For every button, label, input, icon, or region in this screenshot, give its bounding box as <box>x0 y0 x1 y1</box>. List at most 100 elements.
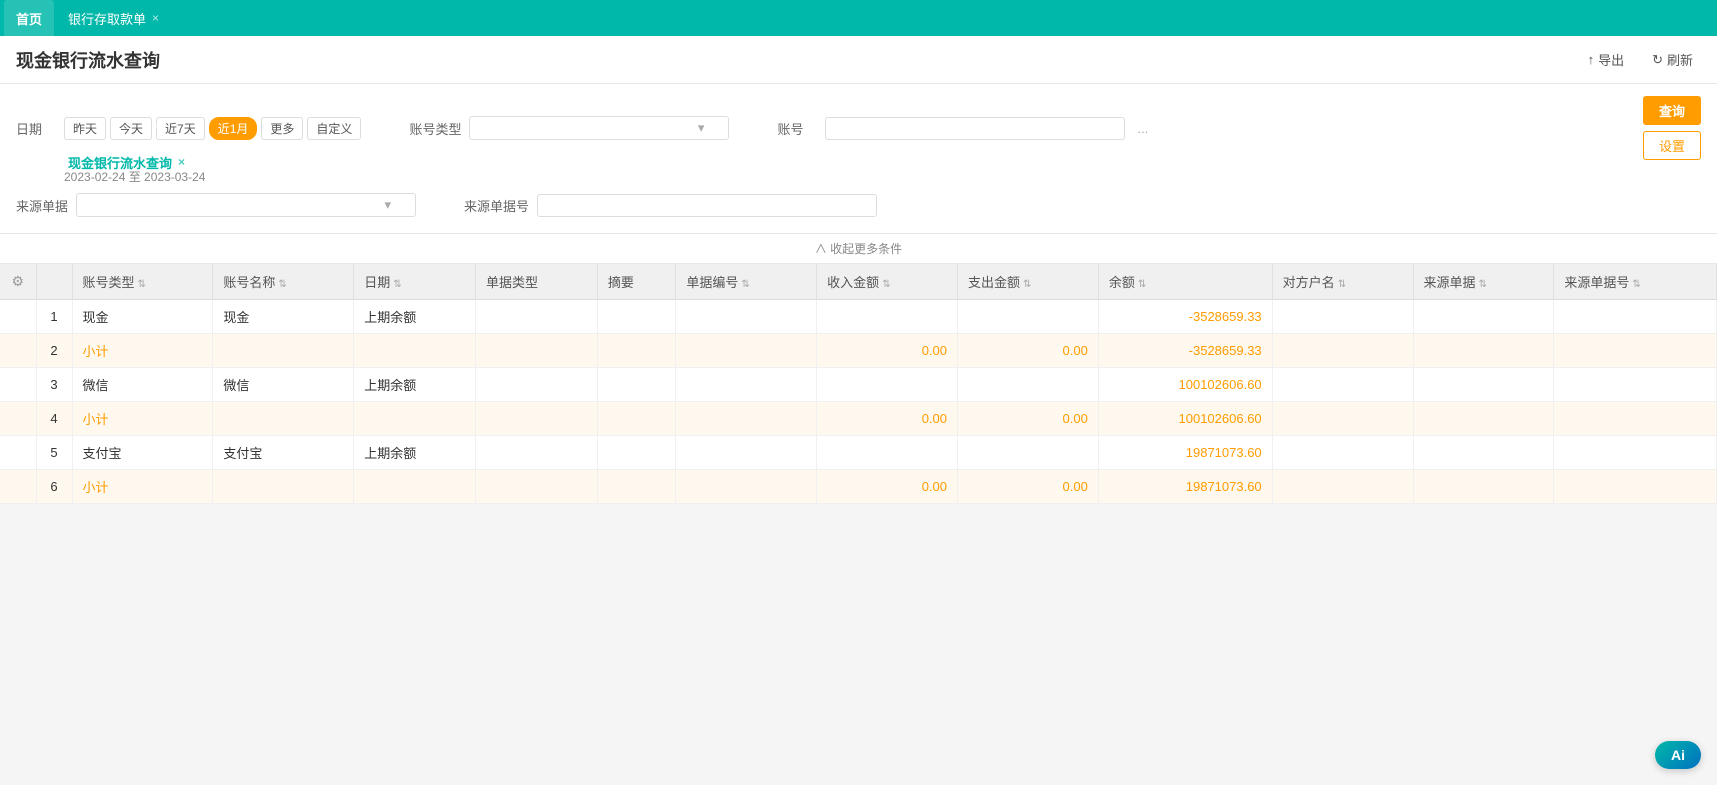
close-tab-icon[interactable]: × <box>178 155 185 169</box>
col-date[interactable]: 日期⇅ <box>354 264 476 300</box>
ai-badge[interactable]: Ai <box>1655 741 1701 769</box>
cell-counterpart <box>1272 334 1413 368</box>
sort-icon-source_doc: ⇅ <box>1479 279 1487 290</box>
cell-source_doc_no <box>1554 300 1717 334</box>
date-shortcut-更多[interactable]: 更多 <box>261 117 303 140</box>
nav-tab-银行存取款单[interactable]: 银行存取款单× <box>56 0 197 36</box>
close-tab-icon[interactable]: × <box>152 83 159 97</box>
cell-summary <box>597 470 675 504</box>
col-account_name[interactable]: 账号名称⇅ <box>213 264 354 300</box>
table-row: 4小计0.000.00100102606.60 <box>0 402 1717 436</box>
col-account_type[interactable]: 账号类型⇅ <box>72 264 213 300</box>
settings-button[interactable]: 设置 <box>1643 131 1701 160</box>
source-doc-label: 来源单据 <box>16 196 68 215</box>
nav-home-label: 首页 <box>16 9 42 28</box>
cell-expense: 0.00 <box>958 334 1099 368</box>
source-doc-num-filter-group: 来源单据号 <box>464 194 877 217</box>
date-shortcut-昨天[interactable]: 昨天 <box>64 117 106 140</box>
row-num: 5 <box>36 436 72 470</box>
refresh-icon: ↻ <box>1652 52 1663 68</box>
table-row: 1现金现金上期余额-3528659.33 <box>0 300 1717 334</box>
filter-area: 日期 昨天今天近7天近1月更多自定义 账号类型 ▾ 账号 ... 查询 设置 2… <box>0 84 1717 234</box>
cell-income <box>817 368 958 402</box>
account-input-wrap <box>825 117 1125 140</box>
date-shortcut-今天[interactable]: 今天 <box>110 117 152 140</box>
col-doc_no[interactable]: 单据编号⇅ <box>676 264 817 300</box>
cell-balance: 100102606.60 <box>1098 368 1272 402</box>
cell-balance: -3528659.33 <box>1098 334 1272 368</box>
cell-date <box>354 402 476 436</box>
cell-income: 0.00 <box>817 334 958 368</box>
cell-income: 0.00 <box>817 402 958 436</box>
export-button[interactable]: ↑ 导出 <box>1580 46 1633 73</box>
col-counterpart[interactable]: 对方户名⇅ <box>1272 264 1413 300</box>
sort-icon-doc_no: ⇅ <box>741 279 749 290</box>
cell-date <box>354 334 476 368</box>
cell-expense <box>958 436 1099 470</box>
date-shortcut-近1月[interactable]: 近1月 <box>209 117 258 140</box>
close-tab-icon[interactable]: × <box>152 119 159 133</box>
account-type-select[interactable]: ▾ <box>469 116 729 140</box>
table-header-row: ⚙账号类型⇅账号名称⇅日期⇅单据类型摘要单据编号⇅收入金额⇅支出金额⇅余额⇅对方… <box>0 264 1717 300</box>
account-filter-group: 账号 ... <box>777 117 1152 140</box>
cell-doc_no <box>676 402 817 436</box>
cell-date: 上期余额 <box>354 368 476 402</box>
cell-account_type: 小计 <box>72 334 213 368</box>
cell-expense: 0.00 <box>958 402 1099 436</box>
cell-doc_no <box>676 334 817 368</box>
top-nav: 首页 收款单×付款单×其他收入单×应收应付调整单×银行存取款单×预收冲应收单×收… <box>0 0 1717 36</box>
cell-doc_type <box>476 470 598 504</box>
cell-counterpart <box>1272 436 1413 470</box>
source-doc-select[interactable]: ▾ <box>76 193 416 217</box>
date-shortcut-自定义[interactable]: 自定义 <box>307 117 361 140</box>
close-tab-icon[interactable]: × <box>152 11 159 25</box>
col-source_doc_no[interactable]: 来源单据号⇅ <box>1554 264 1717 300</box>
cell-account_name: 现金 <box>213 300 354 334</box>
cell-counterpart <box>1272 470 1413 504</box>
source-doc-filter-group: 来源单据 ▾ <box>16 193 416 217</box>
date-label: 日期 <box>16 119 56 138</box>
cell-account_type: 现金 <box>72 300 213 334</box>
col-balance[interactable]: 余额⇅ <box>1098 264 1272 300</box>
sort-icon-balance: ⇅ <box>1138 279 1146 290</box>
collapse-icon: ∧ <box>815 242 830 256</box>
nav-home[interactable]: 首页 <box>4 0 54 36</box>
sort-icon-source_doc_no: ⇅ <box>1632 279 1640 290</box>
col-source_doc[interactable]: 来源单据⇅ <box>1413 264 1554 300</box>
cell-account_type: 支付宝 <box>72 436 213 470</box>
collapse-bar[interactable]: ∧ 收起更多条件 <box>0 234 1717 264</box>
sort-icon-counterpart: ⇅ <box>1338 279 1346 290</box>
cell-source_doc <box>1413 470 1554 504</box>
table-body: 1现金现金上期余额-3528659.332小计0.000.00-3528659.… <box>0 300 1717 504</box>
source-doc-num-input-wrap <box>537 194 877 217</box>
account-label: 账号 <box>777 119 817 138</box>
sort-icon-date: ⇅ <box>393 279 401 290</box>
query-button[interactable]: 查询 <box>1643 96 1701 125</box>
cell-counterpart <box>1272 368 1413 402</box>
account-ellipsis[interactable]: ... <box>1133 121 1152 136</box>
col-income[interactable]: 收入金额⇅ <box>817 264 958 300</box>
cell-account_type: 小计 <box>72 402 213 436</box>
table-row: 5支付宝支付宝上期余额19871073.60 <box>0 436 1717 470</box>
table-gear-icon[interactable]: ⚙ <box>11 273 24 289</box>
refresh-label: 刷新 <box>1667 50 1693 69</box>
cell-expense <box>958 300 1099 334</box>
cell-doc_type <box>476 368 598 402</box>
cell-doc_no <box>676 470 817 504</box>
cell-source_doc <box>1413 300 1554 334</box>
filter-row-1: 日期 昨天今天近7天近1月更多自定义 账号类型 ▾ 账号 ... 查询 设置 <box>16 96 1701 160</box>
col-expense[interactable]: 支出金额⇅ <box>958 264 1099 300</box>
date-shortcut-近7天[interactable]: 近7天 <box>156 117 205 140</box>
cell-date: 上期余额 <box>354 300 476 334</box>
nav-tabs: 收款单×付款单×其他收入单×应收应付调整单×银行存取款单×预收冲应收单×收款核销… <box>56 0 197 180</box>
source-doc-dropdown-icon: ▾ <box>384 197 391 213</box>
cell-doc_type <box>476 300 598 334</box>
account-input[interactable] <box>834 121 1116 136</box>
row-num: 6 <box>36 470 72 504</box>
refresh-button[interactable]: ↻ 刷新 <box>1644 46 1701 73</box>
source-doc-num-input[interactable] <box>546 198 868 213</box>
cell-source_doc_no <box>1554 436 1717 470</box>
col-doc_type: 单据类型 <box>476 264 598 300</box>
nav-tab-收款核销执行[interactable]: 收款核销执行× <box>56 72 197 108</box>
close-tab-icon[interactable]: × <box>152 47 159 61</box>
